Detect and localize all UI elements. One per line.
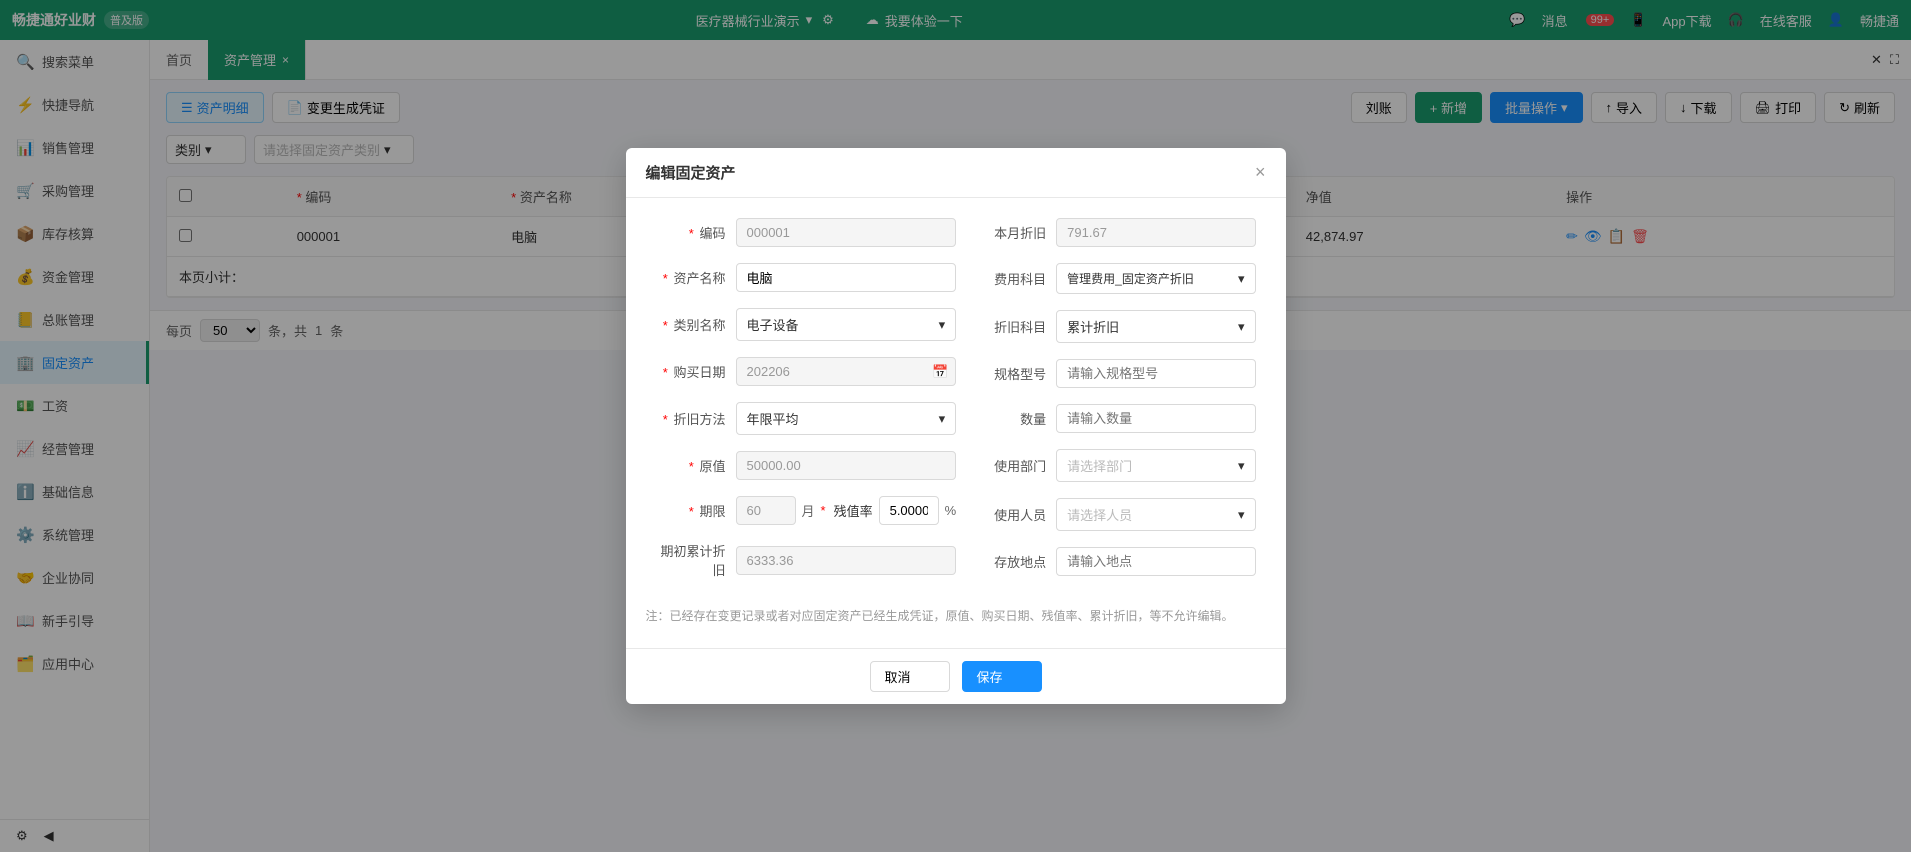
form-row-category: * 类别名称 电子设备 ▾: [646, 308, 967, 341]
form-row-dep-method: * 折旧方法 年限平均 ▾: [646, 402, 967, 435]
expense-account-label: 费用科目: [976, 269, 1056, 288]
form-row-dep-account: 折旧科目 累计折旧 ▾: [966, 310, 1265, 343]
spec-input[interactable]: [1056, 359, 1255, 388]
person-select[interactable]: 请选择人员 ▾: [1056, 498, 1255, 531]
asset-name-label: * 资产名称: [656, 268, 736, 287]
dept-label: 使用部门: [976, 456, 1056, 475]
form-row-spec: 规格型号: [966, 359, 1265, 388]
chevron-down-icon: ▾: [939, 317, 946, 333]
location-input[interactable]: [1056, 547, 1255, 576]
asset-name-input[interactable]: [736, 263, 957, 292]
code-input[interactable]: [736, 218, 957, 247]
modal-footer: 取消 保存: [626, 648, 1286, 704]
form-row-quantity: 数量: [966, 404, 1265, 433]
code-label: * 编码: [656, 223, 736, 242]
form-row-expense-account: 费用科目 管理费用_固定资产折旧 ▾: [966, 263, 1265, 294]
form-row-period: * 期限 月 * 残值率 %: [646, 496, 967, 525]
modal-body: * 编码 * 资产名称: [626, 198, 1286, 648]
initial-dep-label: 期初累计折旧: [656, 541, 736, 579]
form-row-initial-dep: 期初累计折旧: [646, 541, 967, 579]
calendar-icon[interactable]: 📅: [932, 364, 948, 380]
modal-header: 编辑固定资产 ×: [626, 148, 1286, 198]
period-unit-label: 月: [802, 501, 815, 520]
cancel-button[interactable]: 取消: [870, 661, 950, 692]
form-grid: * 编码 * 资产名称: [646, 218, 1266, 595]
dep-method-select[interactable]: 年限平均 ▾: [736, 402, 957, 435]
chevron-down-icon: ▾: [939, 411, 946, 427]
category-select[interactable]: 电子设备 ▾: [736, 308, 957, 341]
form-row-person: 使用人员 请选择人员 ▾: [966, 498, 1265, 531]
modal-close-button[interactable]: ×: [1255, 162, 1266, 183]
residual-rate-unit: %: [945, 503, 957, 518]
original-value-input[interactable]: [736, 451, 957, 480]
form-row-dept: 使用部门 请选择部门 ▾: [966, 449, 1265, 482]
dep-method-label: * 折旧方法: [656, 409, 736, 428]
chevron-down-icon: ▾: [1238, 319, 1245, 335]
expense-account-select[interactable]: 管理费用_固定资产折旧 ▾: [1056, 263, 1255, 294]
monthly-dep-input[interactable]: [1056, 218, 1255, 247]
modal-title: 编辑固定资产: [646, 162, 736, 183]
edit-asset-modal: 编辑固定资产 × * 编码: [626, 148, 1286, 704]
form-row-monthly-dep: 本月折旧: [966, 218, 1265, 247]
spec-label: 规格型号: [976, 364, 1056, 383]
quantity-label: 数量: [976, 409, 1056, 428]
form-row-purchase-date: * 购买日期 📅: [646, 357, 967, 386]
chevron-down-icon: ▾: [1238, 507, 1245, 523]
form-row-original-value: * 原值: [646, 451, 967, 480]
period-label: * 期限: [656, 501, 736, 520]
form-right-col: 本月折旧 费用科目 管理费用_固定资产折旧 ▾: [966, 218, 1265, 595]
modal-note: 注：已经存在变更记录或者对应固定资产已经生成凭证，原值、购买日期、残值率、累计折…: [646, 607, 1266, 624]
category-name-label: * 类别名称: [656, 315, 736, 334]
monthly-dep-label: 本月折旧: [976, 223, 1056, 242]
period-input[interactable]: [736, 496, 796, 525]
location-label: 存放地点: [976, 552, 1056, 571]
person-label: 使用人员: [976, 505, 1056, 524]
residual-rate-input[interactable]: [879, 496, 939, 525]
dept-select[interactable]: 请选择部门 ▾: [1056, 449, 1255, 482]
dep-account-label: 折旧科目: [976, 317, 1056, 336]
chevron-down-icon: ▾: [1238, 271, 1245, 287]
initial-dep-input[interactable]: [736, 546, 957, 575]
form-row-name: * 资产名称: [646, 263, 967, 292]
purchase-date-input[interactable]: [736, 357, 957, 386]
residual-rate-label: 残值率: [834, 501, 873, 520]
save-button[interactable]: 保存: [962, 661, 1042, 692]
quantity-input[interactable]: [1056, 404, 1255, 433]
dep-account-select[interactable]: 累计折旧 ▾: [1056, 310, 1255, 343]
modal-overlay: 编辑固定资产 × * 编码: [0, 0, 1911, 852]
form-row-code: * 编码: [646, 218, 967, 247]
purchase-date-label: * 购买日期: [656, 362, 736, 381]
chevron-down-icon: ▾: [1238, 458, 1245, 474]
original-value-label: * 原值: [656, 456, 736, 475]
form-row-location: 存放地点: [966, 547, 1265, 576]
form-left-col: * 编码 * 资产名称: [646, 218, 967, 595]
